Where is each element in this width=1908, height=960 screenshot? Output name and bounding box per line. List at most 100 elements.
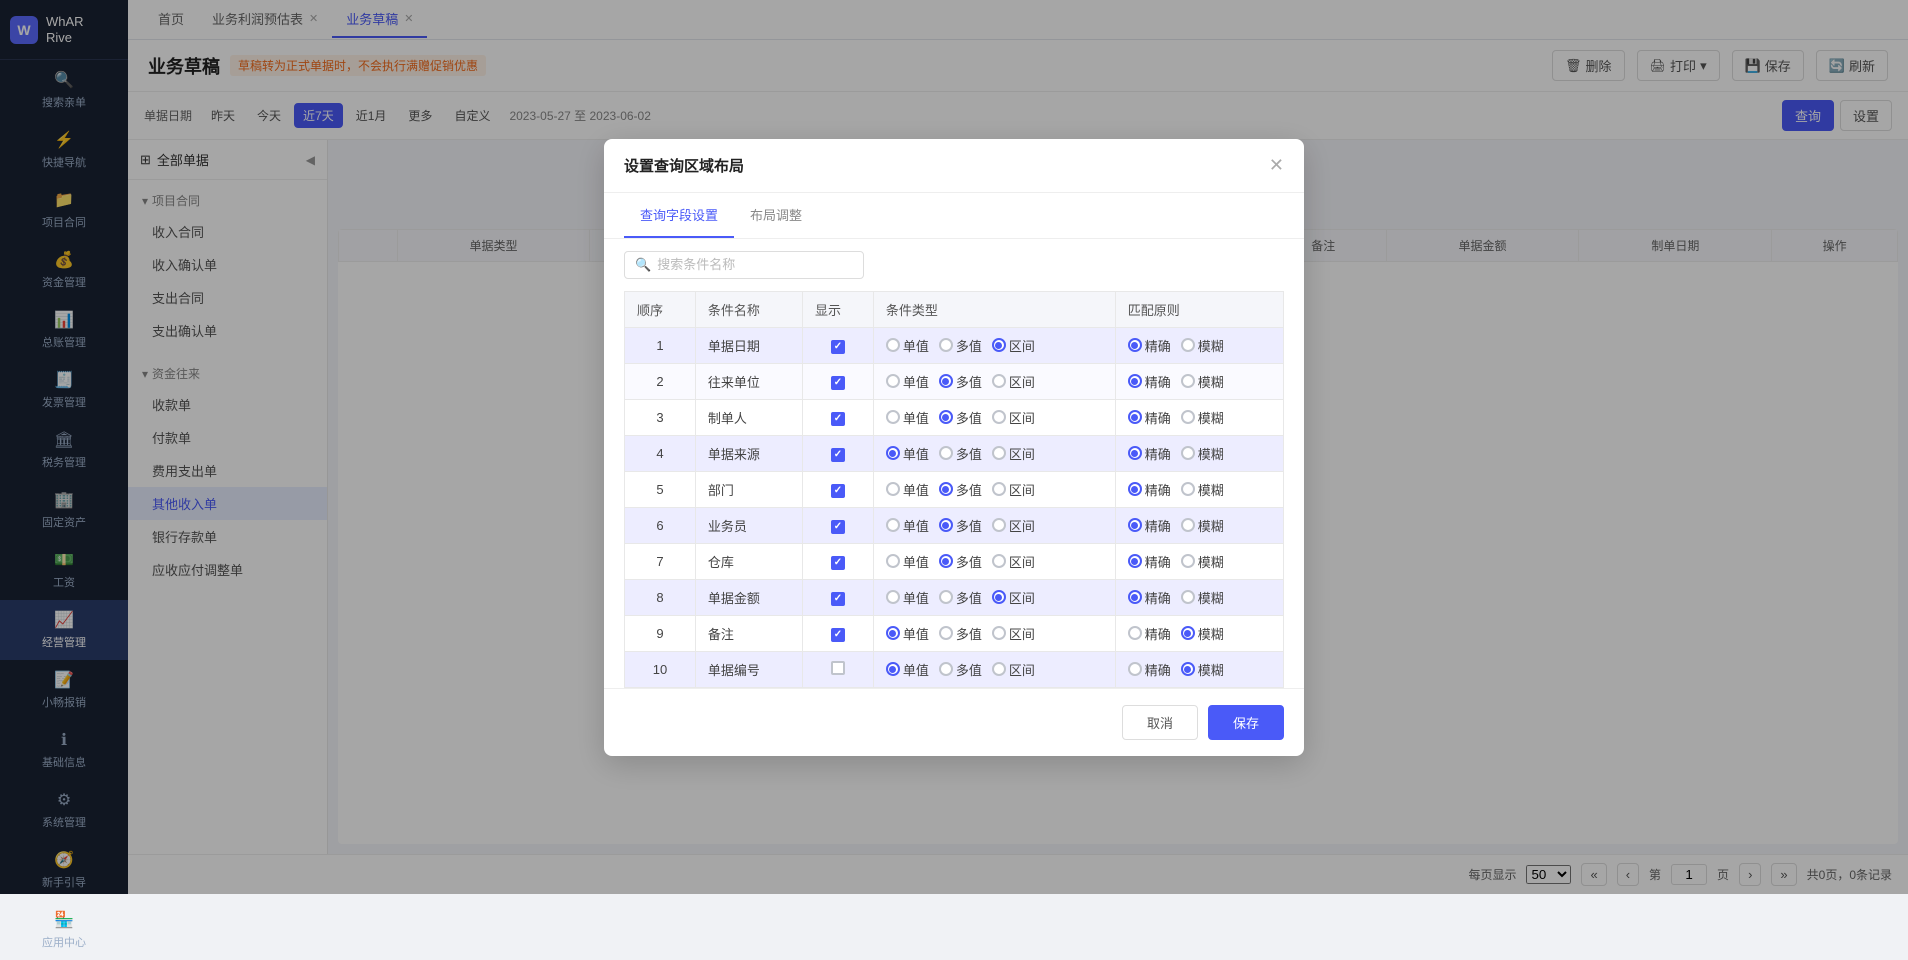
modal-row-1: 1单据日期✓单值多值区间精确模糊 (625, 327, 1284, 363)
radio-single-2[interactable]: 单值 (886, 372, 929, 391)
radio-multi-9[interactable]: 多值 (939, 624, 982, 643)
radio-single-1[interactable]: 单值 (886, 336, 929, 355)
display-checkbox-4[interactable]: ✓ (831, 448, 845, 462)
match-circle-fuzzy (1181, 338, 1195, 352)
tab-layout-adjust[interactable]: 布局调整 (734, 193, 818, 238)
radio-range-9[interactable]: 区间 (992, 624, 1035, 643)
display-checkbox-7[interactable]: ✓ (831, 556, 845, 570)
match-circle-fuzzy (1181, 554, 1195, 568)
match-radio-fuzzy-8[interactable]: 模糊 (1181, 588, 1224, 607)
radio-circle-multi (939, 374, 953, 388)
radio-single-5[interactable]: 单值 (886, 480, 929, 499)
radio-circle-multi (939, 626, 953, 640)
match-radio-exact-9[interactable]: 精确 (1128, 624, 1171, 643)
radio-range-10[interactable]: 区间 (992, 660, 1035, 679)
radio-circle-range (992, 410, 1006, 424)
match-radio-exact-1[interactable]: 精确 (1128, 336, 1171, 355)
match-radio-exact-6[interactable]: 精确 (1128, 516, 1171, 535)
cell-display[interactable]: ✓ (802, 615, 873, 651)
cell-order: 3 (625, 399, 696, 435)
modal-table-wrap: 顺序 条件名称 显示 条件类型 匹配原则 1单据日期✓单值多值区间精确模糊2往来… (604, 291, 1304, 688)
match-radio-exact-8[interactable]: 精确 (1128, 588, 1171, 607)
cell-display[interactable]: ✓ (802, 507, 873, 543)
modal-close-button[interactable]: ✕ (1269, 156, 1284, 174)
modal-table: 顺序 条件名称 显示 条件类型 匹配原则 1单据日期✓单值多值区间精确模糊2往来… (624, 291, 1284, 688)
cell-display[interactable]: ✓ (802, 399, 873, 435)
condition-type-group-2: 单值多值区间 (886, 372, 1103, 391)
radio-multi-2[interactable]: 多值 (939, 372, 982, 391)
match-radio-fuzzy-9[interactable]: 模糊 (1181, 624, 1224, 643)
radio-circle-range (992, 626, 1006, 640)
match-radio-fuzzy-4[interactable]: 模糊 (1181, 444, 1224, 463)
radio-multi-7[interactable]: 多值 (939, 552, 982, 571)
display-checkbox-6[interactable]: ✓ (831, 520, 845, 534)
modal-save-button[interactable]: 保存 (1208, 705, 1284, 740)
radio-circle-range (992, 590, 1006, 604)
match-radio-fuzzy-5[interactable]: 模糊 (1181, 480, 1224, 499)
radio-range-4[interactable]: 区间 (992, 444, 1035, 463)
match-radio-fuzzy-6[interactable]: 模糊 (1181, 516, 1224, 535)
radio-range-1[interactable]: 区间 (992, 336, 1035, 355)
cell-display[interactable]: ✓ (802, 435, 873, 471)
match-rule-group-3: 精确模糊 (1128, 408, 1271, 427)
radio-range-2[interactable]: 区间 (992, 372, 1035, 391)
radio-multi-5[interactable]: 多值 (939, 480, 982, 499)
radio-single-6[interactable]: 单值 (886, 516, 929, 535)
cell-match-rule: 精确模糊 (1115, 579, 1283, 615)
match-radio-exact-10[interactable]: 精确 (1128, 660, 1171, 679)
cell-display[interactable]: ✓ (802, 471, 873, 507)
radio-range-5[interactable]: 区间 (992, 480, 1035, 499)
radio-range-7[interactable]: 区间 (992, 552, 1035, 571)
radio-range-8[interactable]: 区间 (992, 588, 1035, 607)
sidebar-item-apps[interactable]: 🏪应用中心 (0, 900, 128, 960)
display-checkbox-3[interactable]: ✓ (831, 412, 845, 426)
radio-single-10[interactable]: 单值 (886, 660, 929, 679)
cell-display[interactable]: ✓ (802, 327, 873, 363)
display-checkbox-9[interactable]: ✓ (831, 628, 845, 642)
radio-single-4[interactable]: 单值 (886, 444, 929, 463)
cell-match-rule: 精确模糊 (1115, 327, 1283, 363)
match-radio-exact-5[interactable]: 精确 (1128, 480, 1171, 499)
radio-single-8[interactable]: 单值 (886, 588, 929, 607)
match-radio-exact-3[interactable]: 精确 (1128, 408, 1171, 427)
radio-multi-1[interactable]: 多值 (939, 336, 982, 355)
match-radio-exact-4[interactable]: 精确 (1128, 444, 1171, 463)
cell-name: 单据编号 (695, 651, 802, 687)
display-checkbox-1[interactable]: ✓ (831, 340, 845, 354)
match-radio-fuzzy-7[interactable]: 模糊 (1181, 552, 1224, 571)
match-rule-group-4: 精确模糊 (1128, 444, 1271, 463)
match-radio-fuzzy-3[interactable]: 模糊 (1181, 408, 1224, 427)
radio-single-3[interactable]: 单值 (886, 408, 929, 427)
radio-range-3[interactable]: 区间 (992, 408, 1035, 427)
match-radio-fuzzy-10[interactable]: 模糊 (1181, 660, 1224, 679)
display-checkbox-5[interactable]: ✓ (831, 484, 845, 498)
radio-multi-8[interactable]: 多值 (939, 588, 982, 607)
cell-order: 7 (625, 543, 696, 579)
match-radio-exact-2[interactable]: 精确 (1128, 372, 1171, 391)
radio-multi-3[interactable]: 多值 (939, 408, 982, 427)
modal-search-input[interactable] (657, 257, 853, 272)
cell-display[interactable] (802, 651, 873, 687)
cancel-button[interactable]: 取消 (1122, 705, 1198, 740)
cell-name: 单据来源 (695, 435, 802, 471)
radio-single-9[interactable]: 单值 (886, 624, 929, 643)
match-circle-exact (1128, 662, 1142, 676)
radio-multi-6[interactable]: 多值 (939, 516, 982, 535)
display-checkbox-10[interactable] (831, 661, 845, 675)
match-radio-fuzzy-2[interactable]: 模糊 (1181, 372, 1224, 391)
cell-display[interactable]: ✓ (802, 579, 873, 615)
cell-condition-type: 单值多值区间 (873, 399, 1115, 435)
display-checkbox-8[interactable]: ✓ (831, 592, 845, 606)
radio-range-6[interactable]: 区间 (992, 516, 1035, 535)
display-checkbox-2[interactable]: ✓ (831, 376, 845, 390)
radio-multi-10[interactable]: 多值 (939, 660, 982, 679)
cell-display[interactable]: ✓ (802, 543, 873, 579)
tab-field-settings[interactable]: 查询字段设置 (624, 193, 734, 238)
cell-name: 部门 (695, 471, 802, 507)
radio-single-7[interactable]: 单值 (886, 552, 929, 571)
radio-multi-4[interactable]: 多值 (939, 444, 982, 463)
settings-modal: 设置查询区域布局 ✕ 查询字段设置 布局调整 🔍 顺序 条件名称 显示 (604, 139, 1304, 756)
match-radio-fuzzy-1[interactable]: 模糊 (1181, 336, 1224, 355)
cell-display[interactable]: ✓ (802, 363, 873, 399)
match-radio-exact-7[interactable]: 精确 (1128, 552, 1171, 571)
